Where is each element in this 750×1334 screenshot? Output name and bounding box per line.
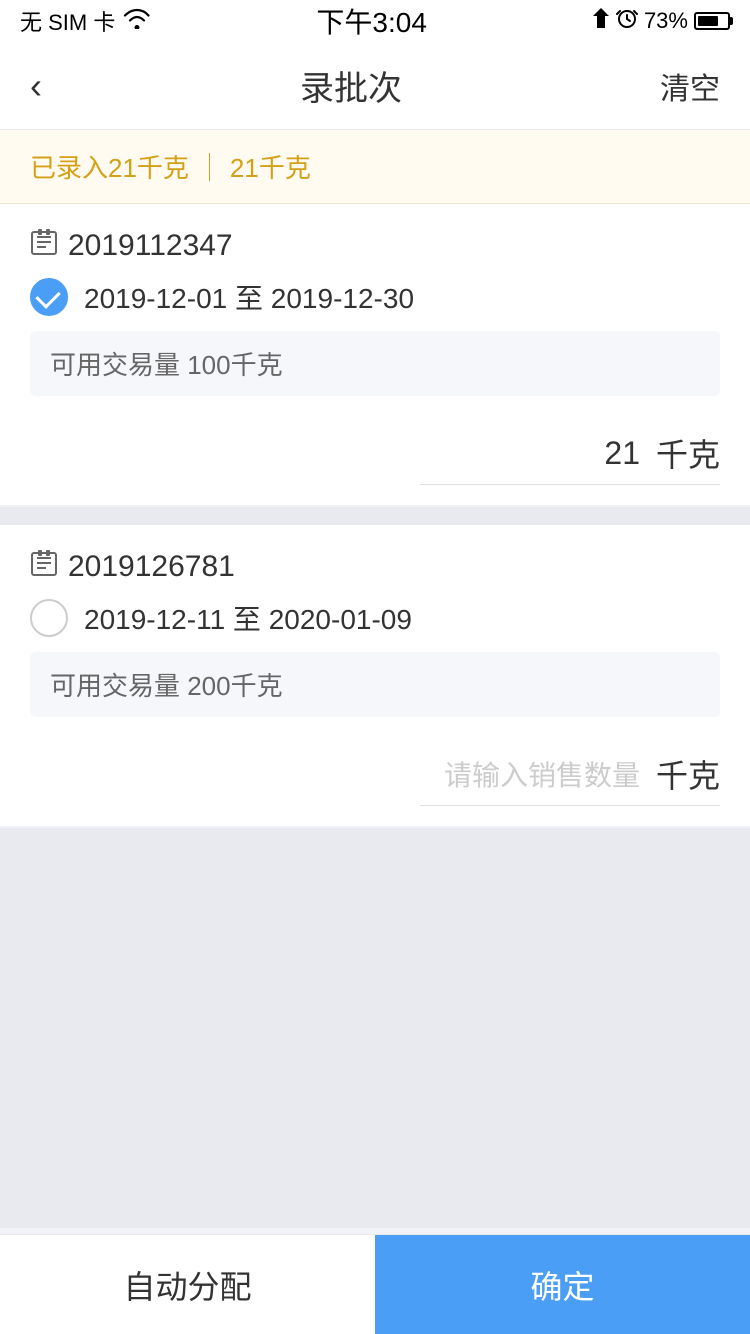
location-icon xyxy=(592,7,610,35)
no-sim-label: 无 SIM 卡 xyxy=(20,5,115,37)
batch-2-date: 2019-12-11 至 2020-01-09 xyxy=(84,598,412,638)
batch-2-quantity-row: 千克 xyxy=(440,751,720,797)
confirm-button[interactable]: 确定 xyxy=(375,1235,750,1334)
section-divider xyxy=(0,507,750,525)
batch-2-quantity-area: 千克 xyxy=(0,751,750,826)
batch-2-separator xyxy=(420,805,720,806)
batch-card-1: 2019112347 2019-12-01 至 2019-12-30 可用交易量… xyxy=(0,204,750,505)
batch-2-number: 2019126781 xyxy=(68,550,235,584)
battery-percent: 73% xyxy=(644,8,688,34)
summary-bar: 已录入21千克 21千克 xyxy=(0,130,750,204)
batch-1-date-row: 2019-12-01 至 2019-12-30 xyxy=(30,277,720,317)
clear-button[interactable]: 清空 xyxy=(660,64,720,108)
batch-2-unit: 千克 xyxy=(656,751,720,797)
wifi-icon xyxy=(123,7,151,35)
batch-2-date-row: 2019-12-11 至 2020-01-09 xyxy=(30,598,720,638)
summary-divider xyxy=(209,153,210,181)
batch-1-quantity-input[interactable] xyxy=(440,435,640,472)
status-time: 下午3:04 xyxy=(316,1,427,41)
batch-1-date: 2019-12-01 至 2019-12-30 xyxy=(84,277,414,317)
batch-2-avail: 可用交易量 200千克 xyxy=(30,652,720,717)
status-bar: 无 SIM 卡 下午3:04 73% xyxy=(0,0,750,42)
nav-bar: ‹ 录批次 清空 xyxy=(0,42,750,130)
bottom-actions: 自动分配 确定 xyxy=(0,1234,750,1334)
status-right: 73% xyxy=(592,7,730,35)
auto-distribute-button[interactable]: 自动分配 xyxy=(0,1235,375,1334)
battery-icon xyxy=(694,12,730,30)
batch-2-icon xyxy=(30,549,58,584)
batch-1-unit: 千克 xyxy=(656,430,720,476)
batch-card-2: 2019126781 2019-12-11 至 2020-01-09 可用交易量… xyxy=(0,525,750,826)
batch-1-avail: 可用交易量 100千克 xyxy=(30,331,720,396)
back-button[interactable]: ‹ xyxy=(30,65,42,107)
batch-2-radio[interactable] xyxy=(30,599,68,637)
alarm-icon xyxy=(616,7,638,35)
batch-1-radio[interactable] xyxy=(30,278,68,316)
batch-1-number: 2019112347 xyxy=(68,229,233,263)
batch-1-quantity-area: 千克 xyxy=(0,430,750,505)
page-title: 录批次 xyxy=(300,61,402,110)
batch-1-quantity-row: 千克 xyxy=(440,430,720,476)
status-left: 无 SIM 卡 xyxy=(20,5,151,37)
batch-2-detail: 2019126781 2019-12-11 至 2020-01-09 可用交易量… xyxy=(0,525,750,751)
summary-amount: 21千克 xyxy=(230,148,311,185)
batch-2-quantity-input[interactable] xyxy=(440,756,640,793)
batch-1-icon xyxy=(30,228,58,263)
batch-1-separator xyxy=(420,484,720,485)
summary-recorded: 已录入21千克 xyxy=(30,148,189,185)
batch-1-header: 2019112347 xyxy=(30,228,720,263)
batch-2-header: 2019126781 xyxy=(30,549,720,584)
empty-area xyxy=(0,828,750,1228)
batch-1-detail: 2019112347 2019-12-01 至 2019-12-30 可用交易量… xyxy=(0,204,750,430)
